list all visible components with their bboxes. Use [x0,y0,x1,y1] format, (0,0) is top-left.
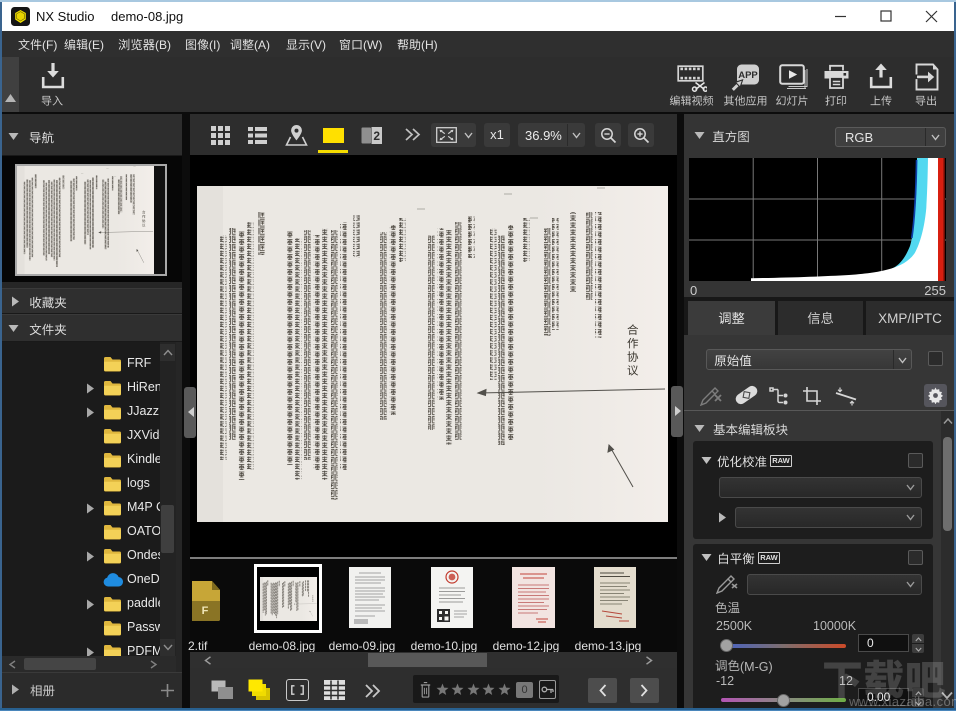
svg-text:2: 2 [373,129,380,143]
svg-text:APP: APP [738,70,758,81]
svg-text:F: F [202,605,209,617]
